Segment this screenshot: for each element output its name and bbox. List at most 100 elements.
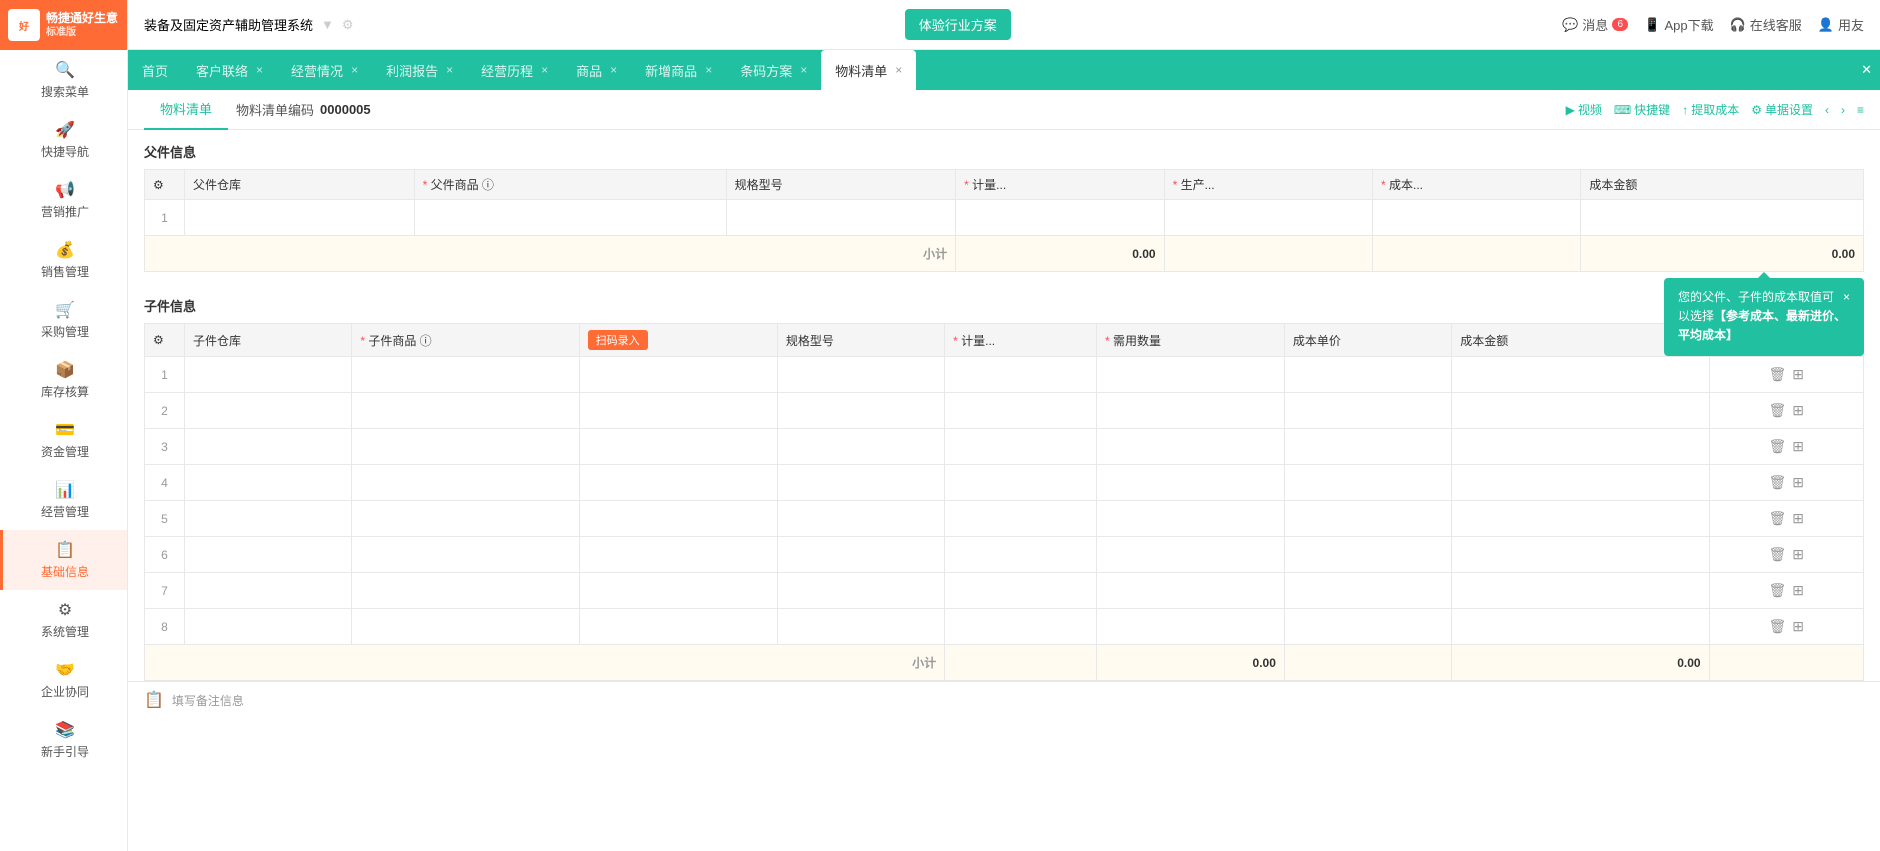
child-cell-warehouse-3[interactable]	[185, 429, 352, 465]
child-cell-cost-amount-3[interactable]	[1452, 429, 1709, 465]
child-cell-unit-5[interactable]	[945, 501, 1097, 537]
child-cell-unit-4[interactable]	[945, 465, 1097, 501]
child-cell-warehouse-2[interactable]	[185, 393, 352, 429]
sidebar-item-system[interactable]: ⚙系统管理	[0, 590, 127, 650]
child-cell-warehouse-8[interactable]	[185, 609, 352, 645]
tab-business[interactable]: 经营情况×	[277, 50, 372, 90]
tab-bar-close[interactable]: ✕	[1853, 62, 1880, 78]
child-cell-goods-5[interactable]	[352, 501, 579, 537]
child-cell-spec-5[interactable]	[777, 501, 944, 537]
note-text[interactable]: 填写备注信息	[172, 692, 244, 709]
child-cell-scan-8[interactable]	[579, 609, 777, 645]
tab-close-history[interactable]: ×	[541, 63, 548, 77]
user-button[interactable]: 👤 用友	[1818, 15, 1864, 34]
child-cell-cost-amount-8[interactable]	[1452, 609, 1709, 645]
delete-icon-1[interactable]: 🗑	[1769, 366, 1787, 383]
delete-icon-5[interactable]: 🗑	[1769, 510, 1787, 527]
parent-cell-cost-1[interactable]	[1372, 200, 1580, 236]
tab-home[interactable]: 首页	[128, 50, 182, 90]
child-cell-spec-2[interactable]	[777, 393, 944, 429]
child-cell-spec-4[interactable]	[777, 465, 944, 501]
child-cell-unit-price-6[interactable]	[1284, 537, 1451, 573]
sidebar-item-guide[interactable]: 📚新手引导	[0, 710, 127, 770]
child-cell-goods-2[interactable]	[352, 393, 579, 429]
child-cell-unit-6[interactable]	[945, 537, 1097, 573]
tab-close-goods[interactable]: ×	[610, 63, 617, 77]
delete-icon-8[interactable]: 🗑	[1769, 618, 1787, 635]
child-cell-unit-3[interactable]	[945, 429, 1097, 465]
experience-button[interactable]: 体验行业方案	[905, 9, 1011, 40]
child-cell-cost-amount-5[interactable]	[1452, 501, 1709, 537]
tab-close-business[interactable]: ×	[351, 63, 358, 77]
parent-cell-cost-amount-1[interactable]	[1581, 200, 1864, 236]
child-cell-unit-price-4[interactable]	[1284, 465, 1451, 501]
sidebar-item-basic_info[interactable]: 📋基础信息	[0, 530, 127, 590]
child-cell-spec-8[interactable]	[777, 609, 944, 645]
delete-icon-6[interactable]: 🗑	[1769, 546, 1787, 563]
child-cell-qty-8[interactable]	[1097, 609, 1285, 645]
tab-profit[interactable]: 利润报告×	[372, 50, 467, 90]
settings-button[interactable]: ⚙ 单据设置	[1751, 101, 1813, 118]
child-col-settings[interactable]: ⚙	[145, 324, 185, 357]
child-cell-unit-price-7[interactable]	[1284, 573, 1451, 609]
child-cell-warehouse-1[interactable]	[185, 357, 352, 393]
child-cell-qty-2[interactable]	[1097, 393, 1285, 429]
child-cell-qty-5[interactable]	[1097, 501, 1285, 537]
scan-btn[interactable]: 扫码录入	[588, 330, 648, 350]
child-cell-goods-4[interactable]	[352, 465, 579, 501]
child-cell-scan-2[interactable]	[579, 393, 777, 429]
tab-close-bom[interactable]: ×	[895, 63, 902, 77]
prev-button[interactable]: ‹	[1825, 103, 1829, 117]
child-cell-unit-1[interactable]	[945, 357, 1097, 393]
tab-close-profit[interactable]: ×	[446, 63, 453, 77]
child-cell-scan-6[interactable]	[579, 537, 777, 573]
sidebar-item-sales[interactable]: 💰销售管理	[0, 230, 127, 290]
cost-button[interactable]: ↑ 提取成本	[1682, 101, 1739, 118]
child-cell-unit-7[interactable]	[945, 573, 1097, 609]
child-cell-cost-amount-4[interactable]	[1452, 465, 1709, 501]
sidebar-item-quick_nav[interactable]: 🚀快捷导航	[0, 110, 127, 170]
tooltip-close-button[interactable]: ×	[1843, 288, 1850, 307]
child-cell-goods-1[interactable]	[352, 357, 579, 393]
sidebar-item-search[interactable]: 🔍搜索菜单	[0, 50, 127, 110]
menu-button[interactable]: ≡	[1857, 103, 1864, 117]
child-cell-qty-1[interactable]	[1097, 357, 1285, 393]
copy-icon-5[interactable]: ⊞	[1792, 510, 1804, 527]
child-cell-warehouse-4[interactable]	[185, 465, 352, 501]
delete-icon-3[interactable]: 🗑	[1769, 438, 1787, 455]
child-cell-qty-4[interactable]	[1097, 465, 1285, 501]
child-cell-qty-3[interactable]	[1097, 429, 1285, 465]
copy-icon-2[interactable]: ⊞	[1792, 402, 1804, 419]
child-cell-goods-3[interactable]	[352, 429, 579, 465]
parent-col-settings[interactable]: ⚙	[145, 170, 185, 200]
child-cell-unit-price-8[interactable]	[1284, 609, 1451, 645]
child-cell-unit-2[interactable]	[945, 393, 1097, 429]
app-download-button[interactable]: 📱 App下载	[1644, 15, 1713, 34]
child-cell-unit-price-3[interactable]	[1284, 429, 1451, 465]
next-button[interactable]: ›	[1841, 103, 1845, 117]
copy-icon-1[interactable]: ⊞	[1792, 366, 1804, 383]
tab-bom[interactable]: 物料清单×	[821, 50, 916, 90]
tab-history[interactable]: 经营历程×	[467, 50, 562, 90]
online-service-button[interactable]: 🎧 在线客服	[1730, 15, 1802, 34]
copy-icon-7[interactable]: ⊞	[1792, 582, 1804, 599]
tab-new_goods[interactable]: 新增商品×	[631, 50, 726, 90]
tab-goods[interactable]: 商品×	[562, 50, 631, 90]
copy-icon-8[interactable]: ⊞	[1792, 618, 1804, 635]
child-cell-qty-6[interactable]	[1097, 537, 1285, 573]
message-button[interactable]: 💬 消息 6	[1562, 15, 1628, 34]
delete-icon-2[interactable]: 🗑	[1769, 402, 1787, 419]
view-button[interactable]: ▶ 视频	[1566, 101, 1602, 118]
child-col-scan[interactable]: 扫码录入	[579, 324, 777, 357]
child-cell-spec-1[interactable]	[777, 357, 944, 393]
sidebar-item-marketing[interactable]: 📢营销推广	[0, 170, 127, 230]
sidebar-item-enterprise[interactable]: 🤝企业协同	[0, 650, 127, 710]
copy-icon-3[interactable]: ⊞	[1792, 438, 1804, 455]
child-cell-spec-6[interactable]	[777, 537, 944, 573]
delete-icon-4[interactable]: 🗑	[1769, 474, 1787, 491]
sidebar-item-purchase[interactable]: 🛒采购管理	[0, 290, 127, 350]
parent-cell-spec-1[interactable]	[726, 200, 956, 236]
sidebar-item-inventory[interactable]: 📦库存核算	[0, 350, 127, 410]
tab-barcode[interactable]: 条码方案×	[726, 50, 821, 90]
child-cell-unit-8[interactable]	[945, 609, 1097, 645]
